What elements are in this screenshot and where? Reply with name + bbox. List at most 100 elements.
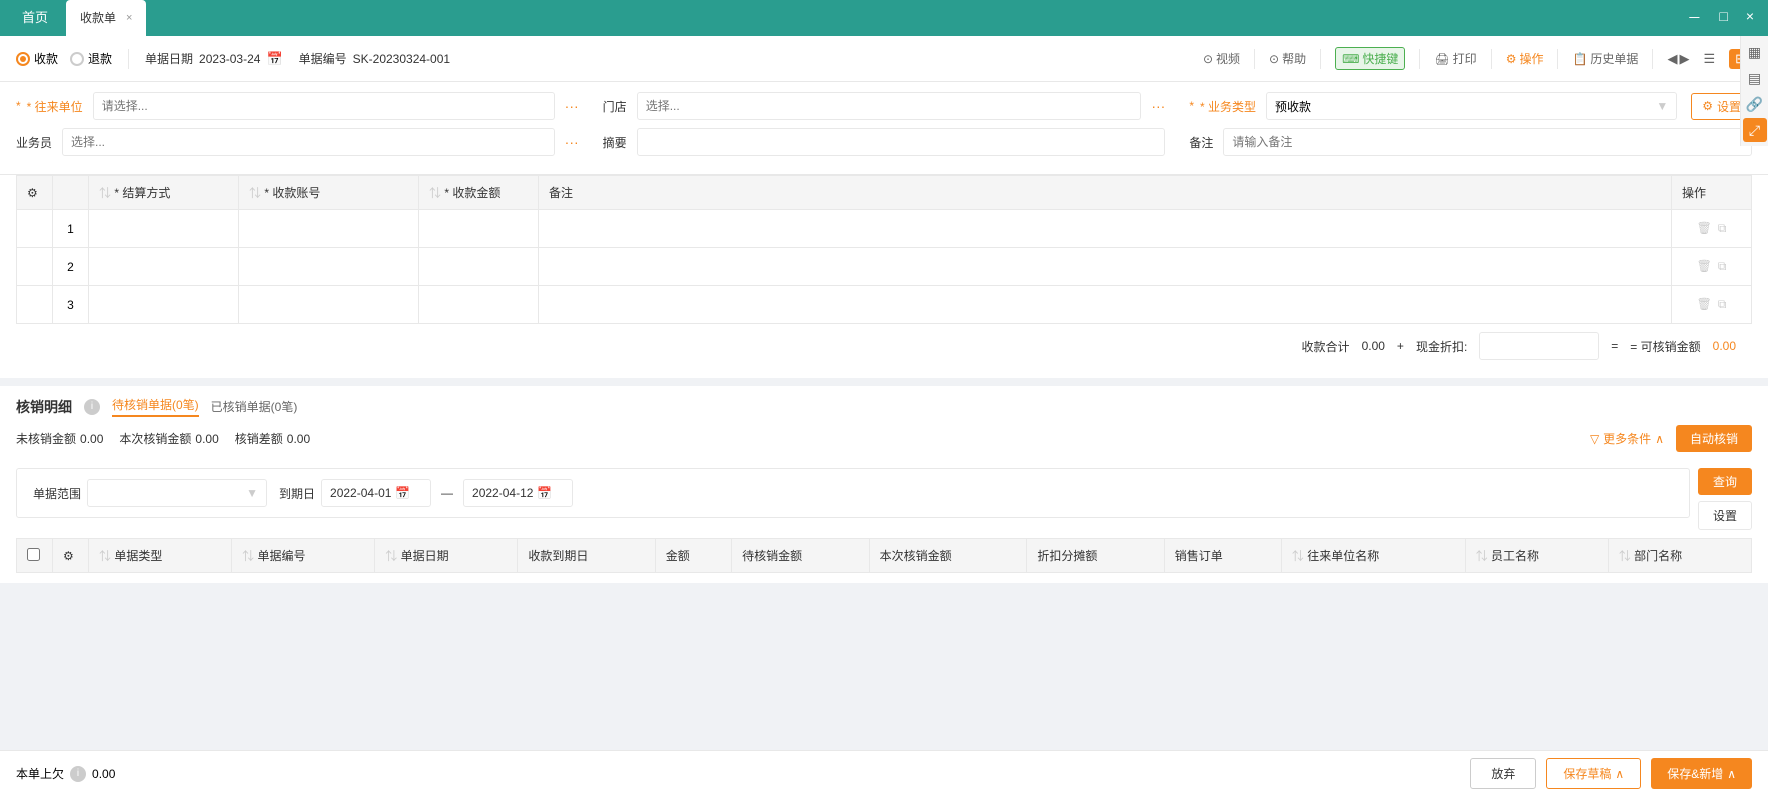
auto-cancel-btn[interactable]: 自动核销 <box>1676 425 1752 452</box>
form-row-1: * * 往来单位 ··· 门店 ··· * * 业务类型 预收款 <box>16 92 1752 120</box>
staff-more-icon[interactable]: ··· <box>565 134 579 150</box>
operation-btn[interactable]: ⚙ 操作 <box>1506 50 1544 67</box>
nav-right-btn[interactable]: ▶ <box>1679 51 1689 67</box>
row1-remark[interactable] <box>539 210 1672 248</box>
staff-input[interactable] <box>62 128 555 156</box>
prev-info-icon[interactable]: i <box>70 766 86 782</box>
refund-radio[interactable]: 退款 <box>70 50 112 67</box>
maximize-btn[interactable]: □ <box>1713 8 1733 28</box>
row1-settings <box>17 210 53 248</box>
verification-section: 核销明细 i 待核销单据(0笔) 已核销单据(0笔) 未核销金额 0.00 本次… <box>0 386 1768 583</box>
divider7 <box>1652 49 1653 69</box>
divider5 <box>1491 49 1492 69</box>
save-draft-btn[interactable]: 保存草稿 ∧ <box>1546 758 1641 789</box>
row1-index: 1 <box>53 210 89 248</box>
more-conditions-btn[interactable]: ▽ 更多条件 ∧ <box>1590 430 1664 447</box>
counterpart-required: * <box>16 99 21 113</box>
section-title-row: 核销明细 i 待核销单据(0笔) 已核销单据(0笔) <box>16 396 1752 417</box>
divider1 <box>128 49 129 69</box>
row2-settlement[interactable] <box>89 248 239 286</box>
calendar-end-icon: 📅 <box>537 486 552 500</box>
date-label: 单据日期 <box>145 50 193 67</box>
video-btn[interactable]: ⊙ 视频 <box>1203 50 1240 67</box>
row3-delete-icon[interactable]: 🗑 <box>1697 297 1712 312</box>
range-filter: 单据范围 ▼ <box>33 479 267 507</box>
shortcut-btn[interactable]: ⌨ 快捷键 <box>1335 47 1405 70</box>
row3-account[interactable] <box>239 286 419 324</box>
nav-left-btn[interactable]: ◀ <box>1667 51 1677 67</box>
select-all-checkbox[interactable] <box>27 548 40 561</box>
sidebar-link-icon[interactable]: 🔗 <box>1743 92 1767 116</box>
table-settings-gear-icon[interactable]: ⚙ <box>27 186 38 200</box>
filter-settings-btn[interactable]: 设置 <box>1698 501 1752 530</box>
sub-table-settings-gear-icon[interactable]: ⚙ <box>63 549 74 563</box>
section-title: 核销明细 <box>16 397 72 417</box>
history-icon: 📋 <box>1572 52 1587 66</box>
save-new-btn[interactable]: 保存&新增 ∧ <box>1651 758 1752 789</box>
row2-account[interactable] <box>239 248 419 286</box>
sidebar-list-icon[interactable]: ▤ <box>1743 66 1767 90</box>
print-icon: 🖨 <box>1434 52 1449 66</box>
row2-copy-icon[interactable]: ⧉ <box>1718 259 1727 274</box>
form-row-2: 业务员 ··· 摘要 备注 <box>16 128 1752 156</box>
row3-remark[interactable] <box>539 286 1672 324</box>
operation-icon: ⚙ <box>1506 52 1517 66</box>
history-btn[interactable]: 📋 历史单据 <box>1572 50 1638 67</box>
col-account-header: ⇅ * 收款账号 <box>239 176 419 210</box>
close-btn[interactable]: × <box>1740 8 1760 28</box>
print-btn[interactable]: 🖨 打印 <box>1434 50 1476 67</box>
store-more-icon[interactable]: ··· <box>1151 98 1165 114</box>
col-settlement-header: ⇅ * 结算方式 <box>89 176 239 210</box>
main-content: * * 往来单位 ··· 门店 ··· * * 业务类型 预收款 <box>0 82 1768 583</box>
prev-value: 0.00 <box>92 767 115 781</box>
row3-copy-icon[interactable]: ⧉ <box>1718 297 1727 312</box>
list-view-icon[interactable]: ☰ <box>1703 51 1715 67</box>
col-amount-header: ⇅ * 收款金额 <box>419 176 539 210</box>
uncancelled-value: 0.00 <box>80 432 103 446</box>
due-date-start-input[interactable]: 2022-04-01 📅 <box>321 479 431 507</box>
amount-sort-icon: ⇅ <box>429 186 441 200</box>
row1-account[interactable] <box>239 210 419 248</box>
summary-input[interactable] <box>637 128 1166 156</box>
due-date-end-input[interactable]: 2022-04-12 📅 <box>463 479 573 507</box>
receipt-radio[interactable]: 收款 <box>16 50 58 67</box>
abandon-btn[interactable]: 放弃 <box>1470 758 1536 789</box>
verification-info-icon[interactable]: i <box>84 399 100 415</box>
pending-tab[interactable]: 待核销单据(0笔) <box>112 396 199 417</box>
row3-op: 🗑 ⧉ <box>1672 286 1752 324</box>
total-label: 收款合计 <box>1302 338 1350 355</box>
current-cancel-value: 0.00 <box>195 432 218 446</box>
tab-active[interactable]: 收款单 × <box>66 0 146 36</box>
sub-col-pending: 待核销金额 <box>732 539 869 573</box>
discount-input[interactable] <box>1479 332 1599 360</box>
store-input[interactable] <box>637 92 1142 120</box>
help-btn[interactable]: ⊙ 帮助 <box>1269 50 1306 67</box>
row2-delete-icon[interactable]: 🗑 <box>1697 259 1712 274</box>
range-select[interactable]: ▼ <box>87 479 267 507</box>
filter-icon: ▽ <box>1590 432 1599 446</box>
row2-amount[interactable] <box>419 248 539 286</box>
tab-home[interactable]: 首页 <box>8 0 62 36</box>
row1-amount[interactable] <box>419 210 539 248</box>
query-btn[interactable]: 查询 <box>1698 468 1752 495</box>
counterpart-input[interactable] <box>93 92 555 120</box>
remark-input[interactable] <box>1223 128 1752 156</box>
row1-settlement[interactable] <box>89 210 239 248</box>
tab-close-icon[interactable]: × <box>126 0 132 36</box>
remark-field: 备注 <box>1189 128 1752 156</box>
minimize-btn[interactable]: － <box>1681 8 1707 28</box>
row1-copy-icon[interactable]: ⧉ <box>1718 221 1727 236</box>
date-calendar-icon[interactable]: 📅 <box>266 51 282 67</box>
counterpart-more-icon[interactable]: ··· <box>565 98 579 114</box>
stats-row: 未核销金额 0.00 本次核销金额 0.00 核销差额 0.00 ▽ 更多条件 … <box>16 425 1752 452</box>
settlement-sort-icon: ⇅ <box>99 186 111 200</box>
row3-amount[interactable] <box>419 286 539 324</box>
row1-delete-icon[interactable]: 🗑 <box>1697 221 1712 236</box>
sidebar-expand-icon[interactable]: ⤢ <box>1743 118 1767 142</box>
row3-index: 3 <box>53 286 89 324</box>
row2-remark[interactable] <box>539 248 1672 286</box>
sidebar-table-icon[interactable]: ▦ <box>1743 40 1767 64</box>
row3-settlement[interactable] <box>89 286 239 324</box>
remark-label: 备注 <box>1189 134 1213 151</box>
verified-tab[interactable]: 已核销单据(0笔) <box>211 398 298 415</box>
